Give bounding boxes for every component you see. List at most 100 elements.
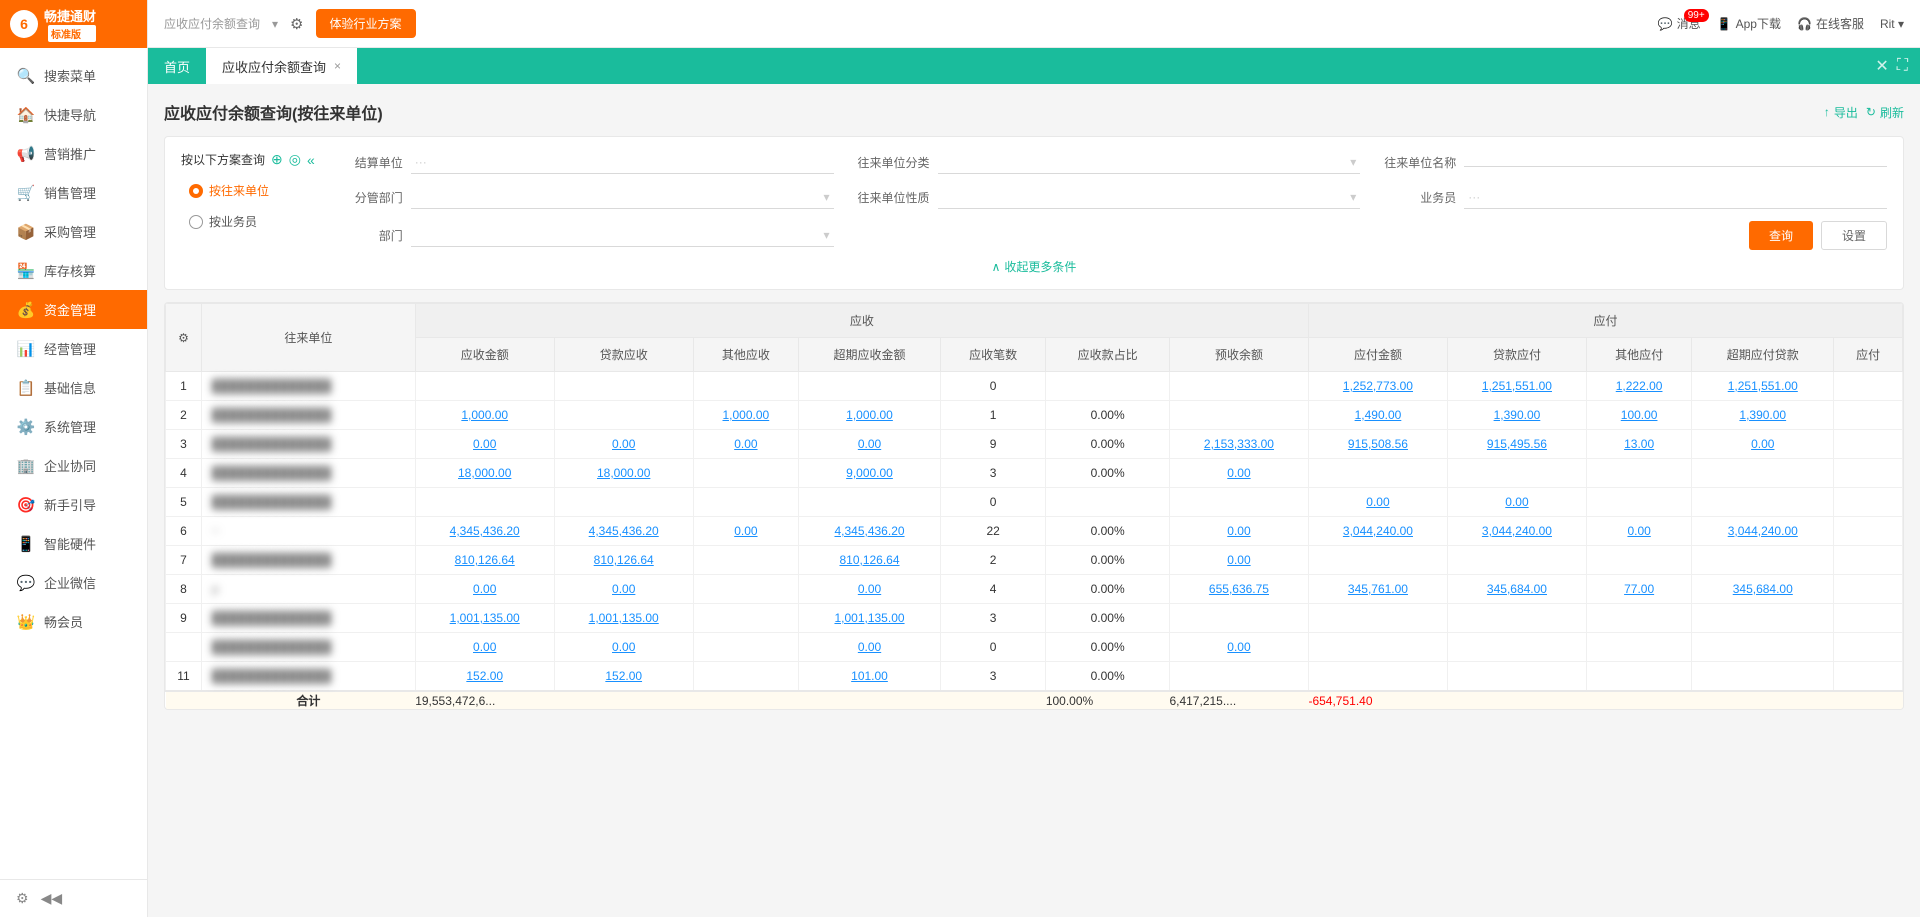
solution-button[interactable]: 体验行业方案 bbox=[316, 9, 416, 38]
settings-footer-icon[interactable]: ⚙ bbox=[16, 890, 29, 907]
refresh-button[interactable]: ↻ 刷新 bbox=[1866, 104, 1904, 121]
edit-query-icon[interactable]: ◎ bbox=[289, 151, 301, 168]
query-by-partner[interactable]: 按往来单位 bbox=[181, 178, 315, 203]
cell-ar_loan[interactable]: 810,126.64 bbox=[554, 546, 693, 575]
cell-ar_other[interactable]: 1,000.00 bbox=[693, 401, 798, 430]
user-button[interactable]: Rit ▾ bbox=[1880, 17, 1904, 31]
sidebar-item-2[interactable]: 📢营销推广 bbox=[0, 134, 147, 173]
sidebar-item-1[interactable]: 🏠快捷导航 bbox=[0, 95, 147, 134]
messages-button[interactable]: 💬 消息 99+ bbox=[1658, 15, 1701, 32]
cell-ar_amount[interactable]: 0.00 bbox=[415, 575, 554, 604]
cell-ar_amount[interactable]: 18,000.00 bbox=[415, 459, 554, 488]
cell-ap_other[interactable]: 13.00 bbox=[1586, 430, 1691, 459]
cell-ap_amount[interactable]: 1,252,773.00 bbox=[1308, 372, 1447, 401]
table-settings-icon[interactable]: ⚙ bbox=[178, 331, 189, 345]
tab-home[interactable]: 首页 bbox=[148, 48, 206, 84]
cell-ap_amount[interactable]: 3,044,240.00 bbox=[1308, 517, 1447, 546]
cell-ap_loan[interactable]: 0.00 bbox=[1447, 488, 1586, 517]
cell-ap_loan[interactable]: 1,390.00 bbox=[1447, 401, 1586, 430]
cell-ap_loan[interactable]: 915,495.56 bbox=[1447, 430, 1586, 459]
sidebar-item-9[interactable]: ⚙️系统管理 bbox=[0, 407, 147, 446]
cell-ap_loan[interactable]: 3,044,240.00 bbox=[1447, 517, 1586, 546]
total-ar-amount[interactable]: 19,553,472,6... bbox=[415, 691, 554, 709]
cell-ar_loan[interactable]: 4,345,436.20 bbox=[554, 517, 693, 546]
cell-ar_other[interactable]: 0.00 bbox=[693, 517, 798, 546]
total-ar-prepay[interactable]: 6,417,215.... bbox=[1169, 691, 1308, 709]
cell-ar_loan[interactable]: 152.00 bbox=[554, 662, 693, 692]
cell-ar_overdue[interactable]: 0.00 bbox=[799, 633, 941, 662]
cell-ar_prepay[interactable]: 2,153,333.00 bbox=[1169, 430, 1308, 459]
app-download-button[interactable]: 📱 App下载 bbox=[1717, 15, 1781, 32]
sidebar-item-7[interactable]: 📊经营管理 bbox=[0, 329, 147, 368]
cell-ap_amount[interactable]: 1,490.00 bbox=[1308, 401, 1447, 430]
cell-ar_overdue[interactable]: 9,000.00 bbox=[799, 459, 941, 488]
query-by-salesman[interactable]: 按业务员 bbox=[181, 209, 315, 234]
cell-ar_loan[interactable]: 18,000.00 bbox=[554, 459, 693, 488]
cell-ar_prepay[interactable]: 0.00 bbox=[1169, 517, 1308, 546]
add-query-icon[interactable]: ⊕ bbox=[271, 151, 283, 168]
cell-ar_prepay[interactable]: 0.00 bbox=[1169, 546, 1308, 575]
cell-ap_overdue[interactable]: 1,251,551.00 bbox=[1692, 372, 1834, 401]
cell-ar_amount[interactable]: 810,126.64 bbox=[415, 546, 554, 575]
cell-ap_overdue[interactable]: 345,684.00 bbox=[1692, 575, 1834, 604]
tab-expand-icon[interactable]: ⛶ bbox=[1897, 57, 1908, 75]
cell-ar_amount[interactable]: 152.00 bbox=[415, 662, 554, 692]
cell-ar_loan[interactable]: 0.00 bbox=[554, 633, 693, 662]
cell-ap_other[interactable]: 1,222.00 bbox=[1586, 372, 1691, 401]
cell-ap_amount[interactable]: 915,508.56 bbox=[1308, 430, 1447, 459]
expand-query-icon[interactable]: « bbox=[307, 152, 315, 168]
partner-name-input[interactable] bbox=[1464, 158, 1887, 167]
sidebar-item-12[interactable]: 📱智能硬件 bbox=[0, 524, 147, 563]
collapse-button[interactable]: ∧ 收起更多条件 bbox=[181, 258, 1887, 275]
tab-close-window-icon[interactable]: ✕ bbox=[1875, 56, 1888, 76]
salesman-input[interactable]: ··· bbox=[1464, 186, 1887, 209]
cell-ap_other[interactable]: 0.00 bbox=[1586, 517, 1691, 546]
cell-ar_amount[interactable]: 4,345,436.20 bbox=[415, 517, 554, 546]
cell-ap_loan[interactable]: 345,684.00 bbox=[1447, 575, 1586, 604]
total-ap-amount[interactable]: -654,751.40 bbox=[1308, 691, 1447, 709]
cell-ap_amount[interactable]: 345,761.00 bbox=[1308, 575, 1447, 604]
topbar-gear-icon[interactable]: ⚙ bbox=[290, 15, 303, 33]
sidebar-item-11[interactable]: 🎯新手引导 bbox=[0, 485, 147, 524]
cell-ar_overdue[interactable]: 1,000.00 bbox=[799, 401, 941, 430]
cell-ar_loan[interactable]: 0.00 bbox=[554, 575, 693, 604]
cell-ar_amount[interactable]: 0.00 bbox=[415, 430, 554, 459]
cell-ar_overdue[interactable]: 0.00 bbox=[799, 430, 941, 459]
partner-category-input[interactable]: ▾ bbox=[938, 151, 1361, 174]
cell-ar_overdue[interactable]: 0.00 bbox=[799, 575, 941, 604]
cell-ar_amount[interactable]: 1,000.00 bbox=[415, 401, 554, 430]
cell-ar_other[interactable]: 0.00 bbox=[693, 430, 798, 459]
sidebar-item-4[interactable]: 📦采购管理 bbox=[0, 212, 147, 251]
export-button[interactable]: ↑ 导出 bbox=[1824, 104, 1858, 121]
partner-nature-input[interactable]: ▾ bbox=[938, 186, 1361, 209]
cell-ar_prepay[interactable]: 0.00 bbox=[1169, 459, 1308, 488]
collapse-sidebar-icon[interactable]: ◀◀ bbox=[41, 890, 63, 907]
sidebar-item-10[interactable]: 🏢企业协同 bbox=[0, 446, 147, 485]
cell-ar_amount[interactable]: 0.00 bbox=[415, 633, 554, 662]
cell-ar_overdue[interactable]: 810,126.64 bbox=[799, 546, 941, 575]
cell-ar_loan[interactable]: 1,001,135.00 bbox=[554, 604, 693, 633]
cell-ar_prepay[interactable]: 655,636.75 bbox=[1169, 575, 1308, 604]
cell-ap_loan[interactable]: 1,251,551.00 bbox=[1447, 372, 1586, 401]
query-button[interactable]: 查询 bbox=[1749, 221, 1813, 250]
sidebar-item-6[interactable]: 💰资金管理 bbox=[0, 290, 147, 329]
cell-ap_overdue[interactable]: 3,044,240.00 bbox=[1692, 517, 1834, 546]
settings-button[interactable]: 设置 bbox=[1821, 221, 1887, 250]
settlement-unit-input[interactable]: ··· bbox=[411, 151, 834, 174]
cell-ar_loan[interactable]: 0.00 bbox=[554, 430, 693, 459]
cell-ap_other[interactable]: 100.00 bbox=[1586, 401, 1691, 430]
sidebar-item-0[interactable]: 🔍搜索菜单 bbox=[0, 56, 147, 95]
sidebar-item-14[interactable]: 👑畅会员 bbox=[0, 602, 147, 641]
sidebar-item-13[interactable]: 💬企业微信 bbox=[0, 563, 147, 602]
sidebar-item-5[interactable]: 🏪库存核算 bbox=[0, 251, 147, 290]
sidebar-item-3[interactable]: 🛒销售管理 bbox=[0, 173, 147, 212]
tab-close-icon[interactable]: × bbox=[334, 59, 341, 73]
tab-ar-query[interactable]: 应收应付余额查询 × bbox=[206, 48, 357, 84]
sidebar-item-8[interactable]: 📋基础信息 bbox=[0, 368, 147, 407]
cell-ar_overdue[interactable]: 4,345,436.20 bbox=[799, 517, 941, 546]
col-settings-header[interactable]: ⚙ bbox=[166, 304, 202, 372]
cell-ar_overdue[interactable]: 1,001,135.00 bbox=[799, 604, 941, 633]
cell-ap_overdue[interactable]: 1,390.00 bbox=[1692, 401, 1834, 430]
dept-input[interactable]: ▾ bbox=[411, 186, 834, 209]
cell-ap_amount[interactable]: 0.00 bbox=[1308, 488, 1447, 517]
